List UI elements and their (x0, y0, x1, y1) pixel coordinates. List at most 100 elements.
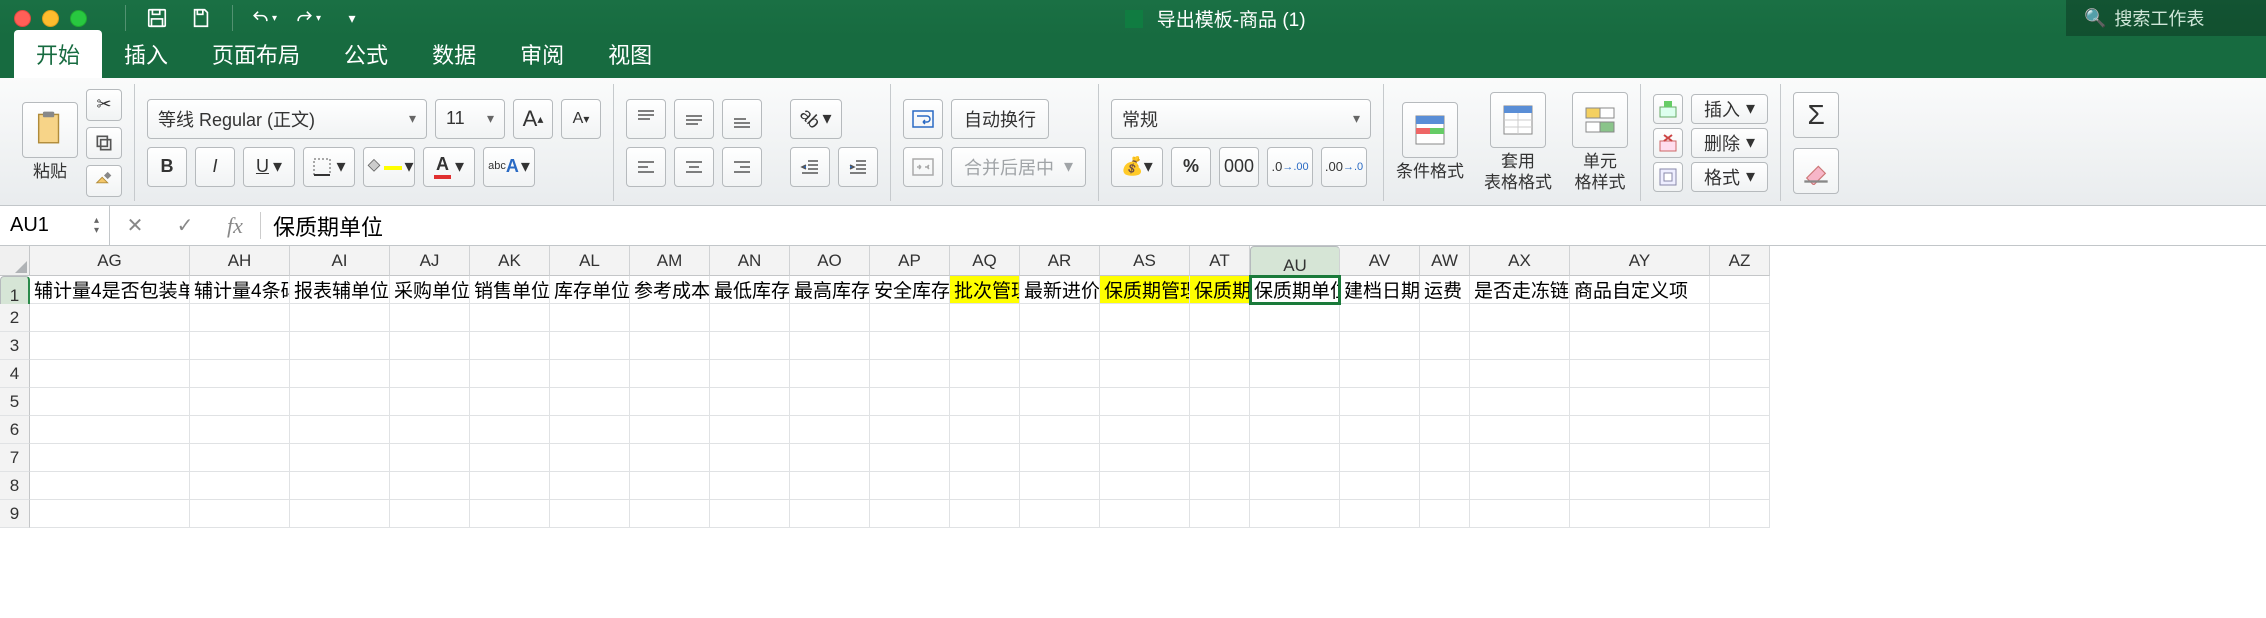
align-center-button[interactable] (674, 147, 714, 187)
tab-home[interactable]: 开始 (14, 30, 102, 78)
cell-AT3[interactable] (1190, 332, 1250, 360)
cell-AM7[interactable] (630, 444, 710, 472)
format-as-table-button[interactable]: 套用 表格格式 (1484, 92, 1552, 193)
cell-AO4[interactable] (790, 360, 870, 388)
row-header-6[interactable]: 6 (0, 416, 30, 444)
cell-AG3[interactable] (30, 332, 190, 360)
cell-AI2[interactable] (290, 304, 390, 332)
cell-AL4[interactable] (550, 360, 630, 388)
cell-AW8[interactable] (1420, 472, 1470, 500)
cell-AR7[interactable] (1020, 444, 1100, 472)
font-color-button[interactable]: A▾ (423, 147, 475, 187)
cell-AN7[interactable] (710, 444, 790, 472)
decrease-indent-button[interactable] (790, 147, 830, 187)
cell-AK9[interactable] (470, 500, 550, 528)
tab-insert[interactable]: 插入 (102, 30, 190, 78)
wrap-text-button[interactable]: 自动换行 (951, 99, 1049, 139)
cell-AX6[interactable] (1470, 416, 1570, 444)
cell-AJ7[interactable] (390, 444, 470, 472)
column-header-AR[interactable]: AR (1020, 246, 1100, 276)
cell-AU6[interactable] (1250, 416, 1340, 444)
cell-AN1[interactable]: 最低库存 (710, 276, 790, 304)
underline-button[interactable]: U▾ (243, 147, 295, 187)
qat-customize-icon[interactable]: ▾ (339, 5, 365, 31)
cell-AY1[interactable]: 商品自定义项 (1570, 276, 1710, 304)
cell-AV5[interactable] (1340, 388, 1420, 416)
cell-AM2[interactable] (630, 304, 710, 332)
cell-AG5[interactable] (30, 388, 190, 416)
percent-button[interactable]: % (1171, 147, 1211, 187)
cell-AP2[interactable] (870, 304, 950, 332)
fx-button[interactable]: fx (210, 213, 260, 239)
cell-AI6[interactable] (290, 416, 390, 444)
cell-AR1[interactable]: 最新进价 (1020, 276, 1100, 304)
cell-AX5[interactable] (1470, 388, 1570, 416)
tab-page-layout[interactable]: 页面布局 (190, 30, 322, 78)
cell-AH3[interactable] (190, 332, 290, 360)
italic-button[interactable]: I (195, 147, 235, 187)
cell-AT2[interactable] (1190, 304, 1250, 332)
cell-AK6[interactable] (470, 416, 550, 444)
cell-AJ1[interactable]: 采购单位 (390, 276, 470, 304)
column-header-AO[interactable]: AO (790, 246, 870, 276)
cell-AH4[interactable] (190, 360, 290, 388)
cell-AI5[interactable] (290, 388, 390, 416)
cell-AX2[interactable] (1470, 304, 1570, 332)
cell-AY4[interactable] (1570, 360, 1710, 388)
cell-AR5[interactable] (1020, 388, 1100, 416)
cell-AY6[interactable] (1570, 416, 1710, 444)
select-all-corner[interactable] (0, 246, 30, 276)
cell-AU8[interactable] (1250, 472, 1340, 500)
format-cells-button[interactable]: 格式▾ (1691, 162, 1768, 192)
cell-AV2[interactable] (1340, 304, 1420, 332)
cell-AT8[interactable] (1190, 472, 1250, 500)
column-header-AP[interactable]: AP (870, 246, 950, 276)
cell-AQ4[interactable] (950, 360, 1020, 388)
redo-icon[interactable]: ▾ (295, 5, 321, 31)
align-left-button[interactable] (626, 147, 666, 187)
cell-AW7[interactable] (1420, 444, 1470, 472)
cell-AK7[interactable] (470, 444, 550, 472)
column-header-AN[interactable]: AN (710, 246, 790, 276)
cell-AO1[interactable]: 最高库存 (790, 276, 870, 304)
cell-AZ7[interactable] (1710, 444, 1770, 472)
cell-AY2[interactable] (1570, 304, 1710, 332)
column-header-AS[interactable]: AS (1100, 246, 1190, 276)
cell-AO5[interactable] (790, 388, 870, 416)
cell-AO9[interactable] (790, 500, 870, 528)
cell-AW3[interactable] (1420, 332, 1470, 360)
cell-AG4[interactable] (30, 360, 190, 388)
cell-AP6[interactable] (870, 416, 950, 444)
cell-AT9[interactable] (1190, 500, 1250, 528)
cell-AN6[interactable] (710, 416, 790, 444)
align-right-button[interactable] (722, 147, 762, 187)
cell-AP1[interactable]: 安全库存 (870, 276, 950, 304)
cell-AI3[interactable] (290, 332, 390, 360)
cell-AQ8[interactable] (950, 472, 1020, 500)
fill-color-button[interactable]: ▾ (363, 147, 415, 187)
cell-AK8[interactable] (470, 472, 550, 500)
column-header-AW[interactable]: AW (1420, 246, 1470, 276)
cell-AL9[interactable] (550, 500, 630, 528)
align-top-button[interactable] (626, 99, 666, 139)
column-header-AV[interactable]: AV (1340, 246, 1420, 276)
cell-AX3[interactable] (1470, 332, 1570, 360)
cell-AS8[interactable] (1100, 472, 1190, 500)
cell-AQ9[interactable] (950, 500, 1020, 528)
cell-AO8[interactable] (790, 472, 870, 500)
cell-AV3[interactable] (1340, 332, 1420, 360)
cell-AU9[interactable] (1250, 500, 1340, 528)
cell-AP5[interactable] (870, 388, 950, 416)
cell-AK2[interactable] (470, 304, 550, 332)
cell-AZ9[interactable] (1710, 500, 1770, 528)
cell-AJ4[interactable] (390, 360, 470, 388)
cell-AK3[interactable] (470, 332, 550, 360)
cell-AN5[interactable] (710, 388, 790, 416)
cell-AV7[interactable] (1340, 444, 1420, 472)
row-header-4[interactable]: 4 (0, 360, 30, 388)
comma-style-button[interactable]: 000 (1219, 147, 1259, 187)
maximize-window-button[interactable] (70, 10, 87, 27)
column-header-AX[interactable]: AX (1470, 246, 1570, 276)
cell-AI1[interactable]: 报表辅单位 (290, 276, 390, 304)
cell-AJ2[interactable] (390, 304, 470, 332)
